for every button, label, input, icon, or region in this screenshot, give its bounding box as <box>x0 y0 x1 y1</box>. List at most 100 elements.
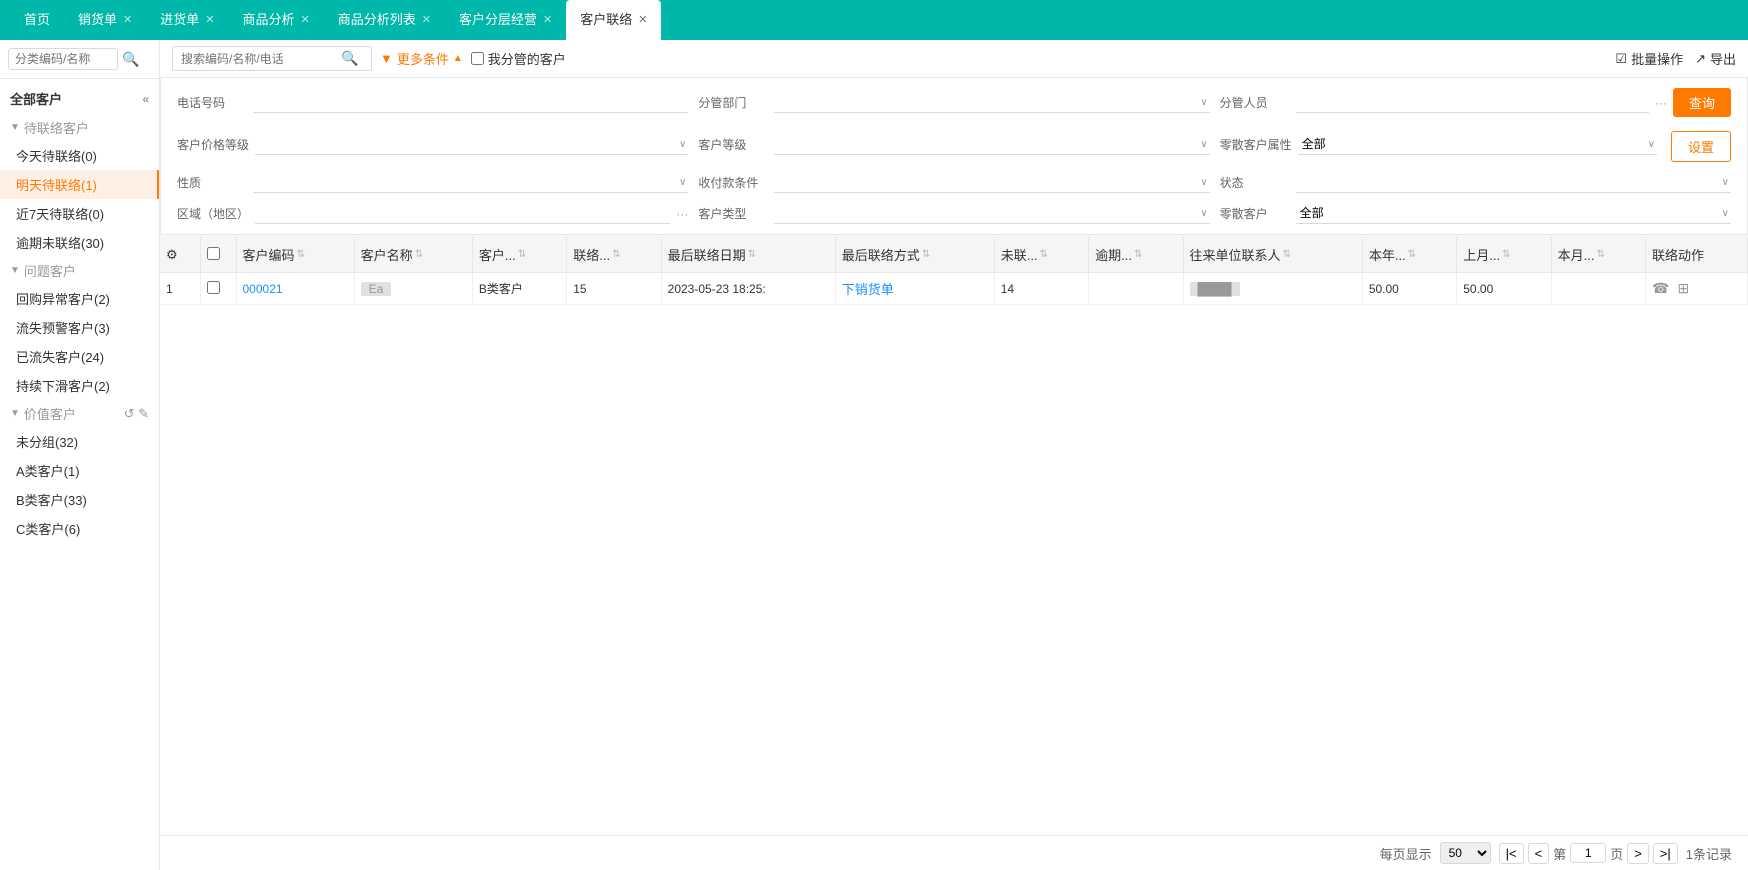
sidebar-item-churned[interactable]: 已流失客户(24) <box>0 342 159 371</box>
th-code-sort[interactable]: ⇅ <box>297 249 305 260</box>
filter-customer-level-wrap: ∨ <box>774 134 1209 155</box>
nav-purchase-close[interactable]: ✕ <box>205 0 214 40</box>
nav-customer-contact-close[interactable]: ✕ <box>638 0 647 40</box>
page-size-select[interactable]: 50 10 20 100 <box>1440 842 1491 864</box>
th-checkbox <box>200 237 236 273</box>
unit-contact-blur: ████ <box>1190 282 1240 296</box>
th-last-method-sort[interactable]: ⇅ <box>922 249 930 260</box>
nav-sales[interactable]: 销货单 ✕ <box>64 0 146 40</box>
td-checkbox <box>200 273 236 305</box>
th-last-month-sort[interactable]: ⇅ <box>1502 249 1510 260</box>
query-button[interactable]: 查询 <box>1673 88 1731 117</box>
filter-customer-level-select[interactable] <box>774 134 1209 154</box>
filter-gender-select[interactable] <box>253 172 688 192</box>
th-unit-contact-sort[interactable]: ⇅ <box>1283 249 1291 260</box>
settings-icon[interactable]: ⚙ <box>166 247 178 262</box>
filter-customer-type-select[interactable] <box>774 203 1209 223</box>
sidebar-item-b-class[interactable]: B类客户(33) <box>0 485 159 514</box>
sidebar-group-problem[interactable]: 问题客户 <box>0 257 159 284</box>
filter-region-more[interactable]: ··· <box>676 207 688 221</box>
th-contact-sort[interactable]: ⇅ <box>612 249 620 260</box>
sidebar-item-c-class[interactable]: C类客户(6) <box>0 514 159 543</box>
td-code[interactable]: 000021 <box>236 273 354 305</box>
th-this-year-sort[interactable]: ⇅ <box>1408 249 1416 260</box>
th-uncontacted-sort[interactable]: ⇅ <box>1040 249 1048 260</box>
sidebar-item-a-class[interactable]: A类客户(1) <box>0 456 159 485</box>
th-overdue-sort[interactable]: ⇅ <box>1134 249 1142 260</box>
nav-product-analysis-close[interactable]: ✕ <box>301 0 310 40</box>
export-btn[interactable]: ↗ 导出 <box>1695 49 1736 68</box>
set-button[interactable]: 设置 <box>1671 131 1731 162</box>
sidebar-search-icon[interactable]: 🔍 <box>122 51 139 68</box>
my-customers-checkbox[interactable] <box>471 52 484 65</box>
nav-product-list[interactable]: 商品分析列表 ✕ <box>324 0 445 40</box>
nav-customer-segment-close[interactable]: ✕ <box>543 0 552 40</box>
filter-dept-select[interactable] <box>774 92 1209 112</box>
search-btn-icon[interactable]: 🔍 <box>341 50 358 67</box>
search-input[interactable] <box>181 52 341 66</box>
filter-person-more[interactable]: ··· <box>1655 96 1667 110</box>
sidebar-group-value[interactable]: ▼ 价值客户 ↺ ✎ <box>0 400 159 427</box>
nav-purchase[interactable]: 进货单 ✕ <box>146 0 228 40</box>
nav-customer-segment[interactable]: 客户分层经营 ✕ <box>445 0 566 40</box>
sidebar-item-overdue[interactable]: 逾期未联络(30) <box>0 228 159 257</box>
last-method-link[interactable]: 下销货单 <box>842 282 894 297</box>
nav-sales-close[interactable]: ✕ <box>123 0 132 40</box>
th-last-method: 最后联络方式 ⇅ <box>835 237 994 273</box>
filter-price-level-select[interactable] <box>255 134 688 154</box>
th-name-sort[interactable]: ⇅ <box>415 249 423 260</box>
batch-ops-btn[interactable]: ☑ 批量操作 <box>1615 49 1683 68</box>
th-last-date-sort[interactable]: ⇅ <box>748 249 756 260</box>
filter-region-input[interactable] <box>255 203 670 224</box>
filter-retail-attr-select[interactable]: 全部 <box>1298 134 1657 154</box>
sidebar-item-abnormal[interactable]: 回购异常客户(2) <box>0 284 159 313</box>
filter-customer-level-label: 客户等级 <box>698 136 768 153</box>
sidebar-item-declining[interactable]: 持续下滑客户(2) <box>0 371 159 400</box>
customer-table: ⚙ 客户编码 ⇅ 客户名称 <box>160 237 1748 305</box>
last-page-btn[interactable]: >| <box>1653 843 1678 864</box>
filter-retail-select[interactable]: 全部 <box>1296 203 1731 223</box>
first-page-btn[interactable]: |< <box>1499 843 1524 864</box>
my-customers-label: 我分管的客户 <box>488 49 566 68</box>
page-input[interactable] <box>1570 843 1606 863</box>
filter-person-input[interactable] <box>1296 92 1649 113</box>
sidebar-item-churn-warning[interactable]: 流失预警客户(3) <box>0 313 159 342</box>
sidebar-all-customers[interactable]: 全部客户 « <box>0 83 159 114</box>
filter-customer-type-row: 客户类型 ∨ <box>698 203 1209 224</box>
sidebar-collapse-icon[interactable]: « <box>142 92 149 106</box>
sidebar-group-pending[interactable]: 待联络客户 <box>0 114 159 141</box>
sidebar-item-tomorrow[interactable]: 明天待联络(1) <box>0 170 159 199</box>
td-name[interactable]: Ea <box>354 273 472 305</box>
filter-status-row: 状态 ∨ <box>1220 172 1731 193</box>
my-customers-checkbox-label[interactable]: 我分管的客户 <box>471 49 566 68</box>
sidebar-search-input[interactable] <box>8 48 118 70</box>
prev-page-btn[interactable]: < <box>1528 843 1550 864</box>
td-last-month: 50.00 <box>1457 273 1551 305</box>
th-settings: ⚙ <box>160 237 200 273</box>
filter-retail-arrow: ∨ <box>1722 208 1729 219</box>
export-label: 导出 <box>1710 49 1736 68</box>
row-checkbox[interactable] <box>207 281 220 294</box>
filter-status-select[interactable] <box>1296 172 1731 192</box>
sidebar-group-value-icons[interactable]: ↺ ✎ <box>124 406 149 422</box>
table-header-row: ⚙ 客户编码 ⇅ 客户名称 <box>160 237 1748 273</box>
th-customer-type-sort[interactable]: ⇅ <box>518 249 526 260</box>
more-filter-btn[interactable]: ▼ 更多条件 ▲ <box>380 49 463 68</box>
filter-dept-label: 分管部门 <box>698 94 768 111</box>
sidebar-item-7days[interactable]: 近7天待联络(0) <box>0 199 159 228</box>
next-page-btn[interactable]: > <box>1627 843 1649 864</box>
filter-phone-input[interactable] <box>253 92 688 113</box>
sidebar-item-today[interactable]: 今天待联络(0) <box>0 141 159 170</box>
nav-customer-contact[interactable]: 客户联络 ✕ <box>566 0 661 40</box>
td-last-method[interactable]: 下销货单 <box>835 273 994 305</box>
nav-product-list-close[interactable]: ✕ <box>422 0 431 40</box>
page-nav: |< < 第 页 > >| <box>1499 843 1678 864</box>
grid-action-icon[interactable]: ⊞ <box>1678 280 1690 297</box>
sidebar-item-ungroup[interactable]: 未分组(32) <box>0 427 159 456</box>
nav-home[interactable]: 首页 <box>10 0 64 40</box>
nav-product-analysis[interactable]: 商品分析 ✕ <box>228 0 323 40</box>
select-all-checkbox[interactable] <box>207 247 220 260</box>
th-this-month-sort[interactable]: ⇅ <box>1596 249 1604 260</box>
filter-payment-select[interactable] <box>774 172 1209 192</box>
phone-action-icon[interactable]: ☎ <box>1652 280 1669 297</box>
